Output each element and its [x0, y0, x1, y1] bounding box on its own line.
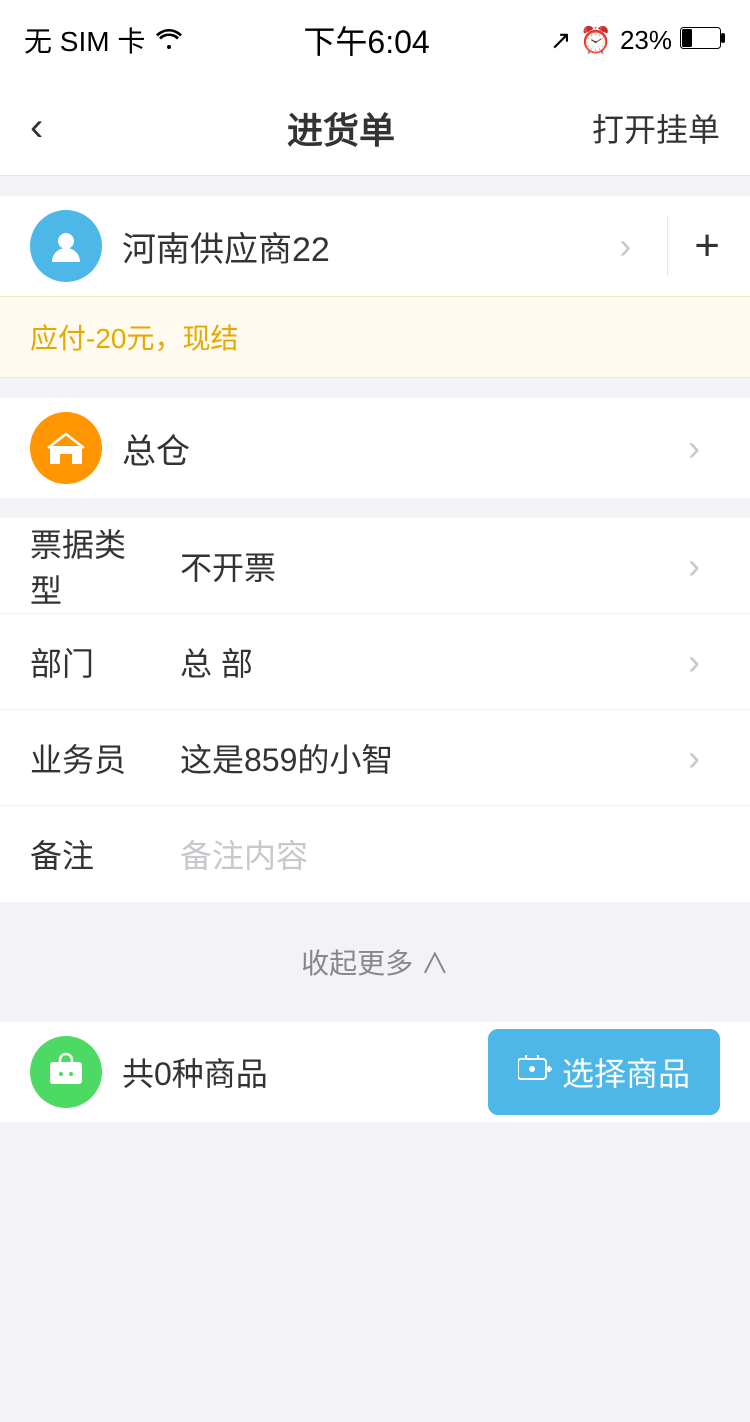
remark-placeholder: 备注内容: [150, 831, 720, 877]
select-goods-icon: [518, 1054, 552, 1091]
supplier-section: 河南供应商22 › + 应付-20元，现结: [0, 196, 750, 378]
salesperson-row[interactable]: 业务员 这是859的小智 ›: [0, 710, 750, 806]
invoice-type-chevron-icon: ›: [688, 545, 700, 587]
carrier-label: 无 SIM 卡: [24, 20, 145, 60]
select-goods-button[interactable]: 选择商品: [488, 1029, 720, 1115]
goods-icon: [30, 1036, 102, 1108]
page-background: [0, 1122, 750, 1422]
department-label: 部门: [30, 639, 150, 685]
supplier-chevron-icon: ›: [619, 225, 631, 267]
notice-text: 应付-20元，现结: [30, 323, 238, 354]
invoice-type-value: 不开票: [150, 543, 688, 589]
nav-bar: ‹ 进货单 打开挂单: [0, 80, 750, 176]
gap-1: [0, 176, 750, 196]
supplier-avatar: [30, 210, 102, 282]
battery-icon: [680, 25, 726, 56]
salesperson-value: 这是859的小智: [150, 735, 688, 781]
warehouse-icon: [30, 412, 102, 484]
status-left: 无 SIM 卡: [24, 20, 183, 60]
department-chevron-icon: ›: [688, 641, 700, 683]
warehouse-chevron-icon: ›: [688, 427, 700, 469]
wifi-icon: [155, 24, 183, 56]
location-icon: ↗: [550, 25, 572, 56]
invoice-type-row[interactable]: 票据类型 不开票 ›: [0, 518, 750, 614]
alarm-icon: ⏰: [580, 25, 612, 56]
bottom-bar: 共0种商品 选择商品: [0, 1022, 750, 1122]
status-bar: 无 SIM 卡 下午6:04 ↗ ⏰ 23%: [0, 0, 750, 80]
select-goods-label: 选择商品: [562, 1049, 690, 1095]
back-button[interactable]: ‹: [30, 105, 90, 150]
add-supplier-button[interactable]: +: [694, 221, 720, 271]
divider: [667, 216, 668, 276]
battery-label: 23%: [620, 25, 672, 56]
warehouse-row[interactable]: 总仓 ›: [0, 398, 750, 498]
department-row[interactable]: 部门 总 部 ›: [0, 614, 750, 710]
collapse-label: 收起更多 ∧: [301, 942, 449, 982]
form-section: 票据类型 不开票 › 部门 总 部 › 业务员 这是859的小智 › 备注 备注…: [0, 518, 750, 902]
supplier-row[interactable]: 河南供应商22 › +: [0, 196, 750, 296]
warehouse-name: 总仓: [122, 424, 688, 473]
open-pending-button[interactable]: 打开挂单: [592, 105, 720, 151]
remark-label: 备注: [30, 831, 150, 877]
collapse-button[interactable]: 收起更多 ∧: [0, 922, 750, 1002]
goods-count-label: 共0种商品: [122, 1049, 488, 1095]
status-right: ↗ ⏰ 23%: [550, 25, 726, 56]
department-value: 总 部: [150, 639, 688, 685]
salesperson-chevron-icon: ›: [688, 737, 700, 779]
notice-bar: 应付-20元，现结: [0, 296, 750, 378]
invoice-type-label: 票据类型: [30, 520, 150, 612]
remark-row[interactable]: 备注 备注内容: [0, 806, 750, 902]
status-time: 下午6:04: [303, 17, 429, 63]
page-title: 进货单: [287, 102, 395, 154]
salesperson-label: 业务员: [30, 735, 150, 781]
supplier-name: 河南供应商22: [122, 222, 619, 271]
